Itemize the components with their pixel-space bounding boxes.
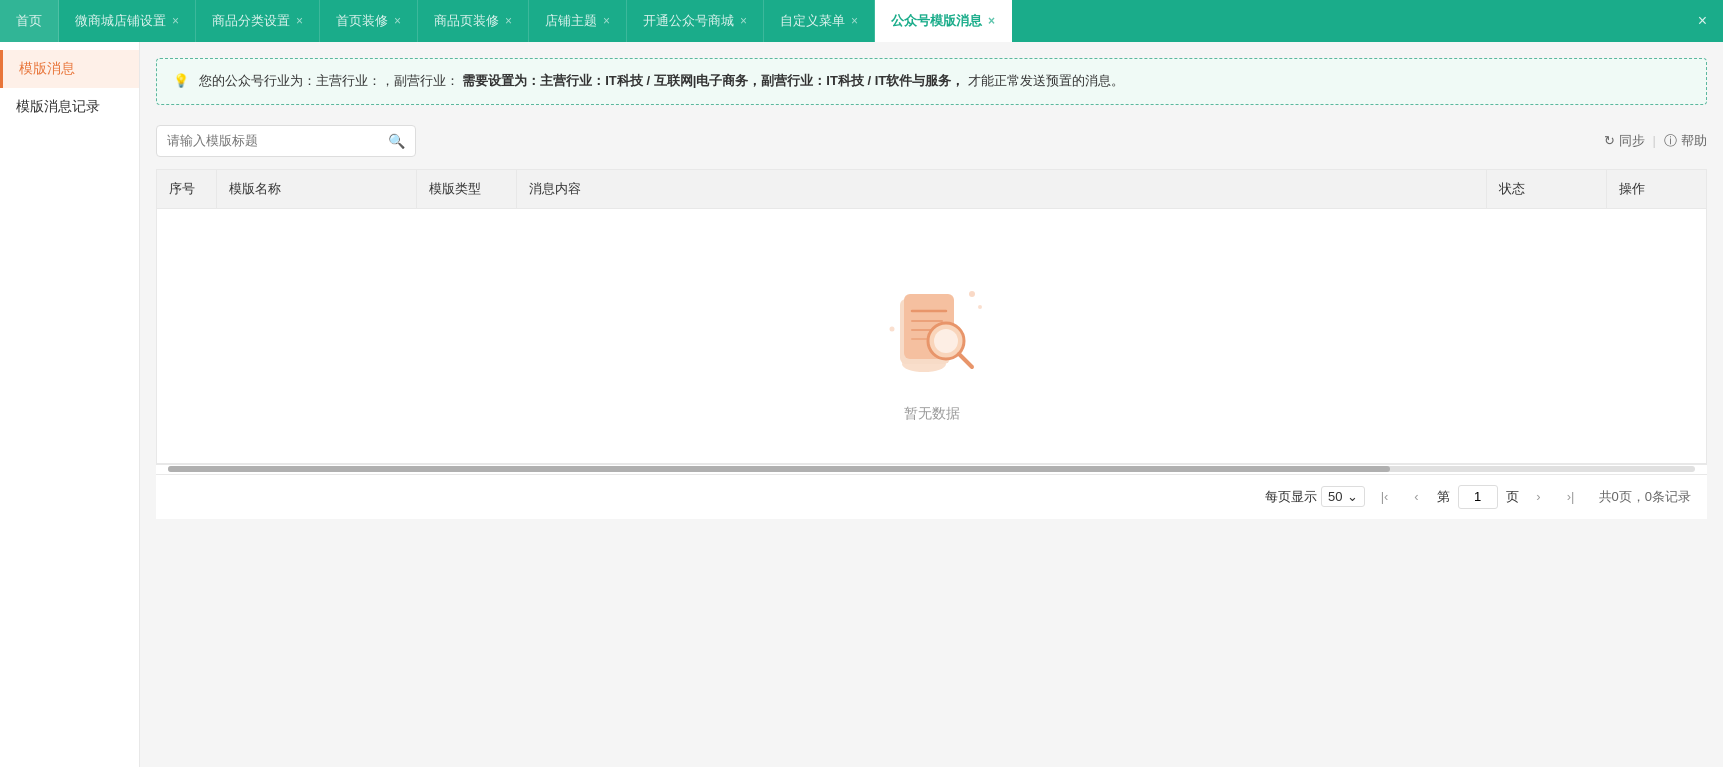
col-action: 操作 — [1607, 169, 1707, 208]
scroll-bar-thumb — [168, 466, 1390, 472]
main-layout: 模版消息 模版消息记录 💡 您的公众号行业为：主营行业：，副营行业： 需要设置为… — [0, 42, 1723, 767]
sidebar-item-template-msg-label: 模版消息 — [19, 60, 75, 76]
first-page-button[interactable]: |‹ — [1373, 485, 1397, 509]
tab-shop-settings-close[interactable]: × — [172, 14, 179, 28]
tab-custom-menu-label: 自定义菜单 — [780, 12, 845, 30]
empty-illustration — [872, 269, 992, 389]
tab-product-decor[interactable]: 商品页装修 × — [418, 0, 529, 42]
tab-homepage-decor-label: 首页装修 — [336, 12, 388, 30]
page-unit: 页 — [1506, 488, 1519, 506]
total-info: 共0页，0条记录 — [1599, 488, 1691, 506]
toolbar-right: ↻ 同步 | ⓘ 帮助 — [1604, 132, 1707, 150]
prev-page-button[interactable]: ‹ — [1405, 485, 1429, 509]
sync-button[interactable]: ↻ 同步 — [1604, 132, 1645, 150]
tab-template-msg-close[interactable]: × — [988, 14, 995, 28]
tab-template-msg[interactable]: 公众号模版消息 × — [875, 0, 1012, 42]
tab-product-decor-close[interactable]: × — [505, 14, 512, 28]
col-status: 状态 — [1487, 169, 1607, 208]
tab-category-settings[interactable]: 商品分类设置 × — [196, 0, 320, 42]
col-name: 模版名称 — [217, 169, 417, 208]
tab-homepage-decor[interactable]: 首页装修 × — [320, 0, 418, 42]
tab-shop-settings-label: 微商城店铺设置 — [75, 12, 166, 30]
page-size-box[interactable]: 50 ⌄ — [1321, 486, 1364, 507]
toolbar-divider: | — [1653, 133, 1656, 148]
svg-point-10 — [969, 291, 975, 297]
chevron-down-icon: ⌄ — [1347, 489, 1358, 504]
tab-homepage-decor-close[interactable]: × — [394, 14, 401, 28]
svg-line-9 — [959, 354, 972, 367]
sidebar-item-template-records-label: 模版消息记录 — [16, 98, 100, 114]
help-button[interactable]: ⓘ 帮助 — [1664, 132, 1707, 150]
tab-home-label: 首页 — [16, 12, 42, 30]
notice-highlight: 需要设置为：主营行业：IT科技 / 互联网|电子商务，副营行业：IT科技 / I… — [462, 73, 964, 88]
page-size-label: 每页显示 — [1265, 488, 1317, 506]
tab-home[interactable]: 首页 — [0, 0, 59, 42]
tab-shop-theme-label: 店铺主题 — [545, 12, 597, 30]
table-header-row: 序号 模版名称 模版类型 消息内容 状态 操作 — [157, 169, 1707, 208]
svg-point-12 — [889, 326, 894, 331]
search-input-wrap: 🔍 — [156, 125, 416, 157]
page-number-input[interactable] — [1458, 485, 1498, 509]
notice-suffix: 才能正常发送预置的消息。 — [968, 73, 1124, 88]
sidebar-item-template-msg[interactable]: 模版消息 — [0, 50, 139, 88]
sync-icon: ↻ — [1604, 133, 1615, 148]
empty-row: 暂无数据 — [157, 208, 1707, 463]
close-all-tabs[interactable]: × — [1682, 12, 1723, 30]
svg-point-11 — [978, 305, 982, 309]
tab-custom-menu-close[interactable]: × — [851, 14, 858, 28]
last-page-button[interactable]: ›| — [1559, 485, 1583, 509]
tab-bar: 首页 微商城店铺设置 × 商品分类设置 × 首页装修 × 商品页装修 × 店铺主… — [0, 0, 1723, 42]
data-table: 序号 模版名称 模版类型 消息内容 状态 操作 — [156, 169, 1707, 464]
svg-point-8 — [934, 329, 958, 353]
help-icon: ⓘ — [1664, 132, 1677, 150]
empty-state: 暂无数据 — [157, 209, 1706, 463]
notice-icon: 💡 — [173, 73, 189, 88]
next-page-button[interactable]: › — [1527, 485, 1551, 509]
page-size-select: 每页显示 50 ⌄ — [1265, 486, 1364, 507]
page-label: 第 — [1437, 488, 1450, 506]
tab-category-close[interactable]: × — [296, 14, 303, 28]
scroll-bar-track[interactable] — [168, 466, 1695, 472]
notice-prefix: 您的公众号行业为：主营行业：，副营行业： — [199, 73, 459, 88]
tab-product-decor-label: 商品页装修 — [434, 12, 499, 30]
search-bar: 🔍 ↻ 同步 | ⓘ 帮助 — [156, 125, 1707, 157]
tab-open-mall[interactable]: 开通公众号商城 × — [627, 0, 764, 42]
col-seq: 序号 — [157, 169, 217, 208]
empty-text: 暂无数据 — [157, 405, 1706, 423]
pagination-bar: 每页显示 50 ⌄ |‹ ‹ 第 页 › ›| 共0页，0条记录 — [156, 474, 1707, 519]
tab-shop-settings[interactable]: 微商城店铺设置 × — [59, 0, 196, 42]
sidebar-item-template-records[interactable]: 模版消息记录 — [0, 88, 139, 126]
tab-custom-menu[interactable]: 自定义菜单 × — [764, 0, 875, 42]
help-label: 帮助 — [1681, 132, 1707, 150]
search-icon[interactable]: 🔍 — [388, 133, 405, 149]
scroll-bar-wrap — [156, 464, 1707, 474]
search-input[interactable] — [167, 133, 388, 148]
content-area: 💡 您的公众号行业为：主营行业：，副营行业： 需要设置为：主营行业：IT科技 /… — [140, 42, 1723, 767]
notice-box: 💡 您的公众号行业为：主营行业：，副营行业： 需要设置为：主营行业：IT科技 /… — [156, 58, 1707, 105]
tab-shop-theme-close[interactable]: × — [603, 14, 610, 28]
tab-template-msg-label: 公众号模版消息 — [891, 12, 982, 30]
tab-shop-theme[interactable]: 店铺主题 × — [529, 0, 627, 42]
sync-label: 同步 — [1619, 132, 1645, 150]
tab-open-mall-label: 开通公众号商城 — [643, 12, 734, 30]
col-content: 消息内容 — [517, 169, 1487, 208]
tab-category-label: 商品分类设置 — [212, 12, 290, 30]
sidebar: 模版消息 模版消息记录 — [0, 42, 140, 767]
tab-open-mall-close[interactable]: × — [740, 14, 747, 28]
page-size-value: 50 — [1328, 489, 1342, 504]
col-type: 模版类型 — [417, 169, 517, 208]
